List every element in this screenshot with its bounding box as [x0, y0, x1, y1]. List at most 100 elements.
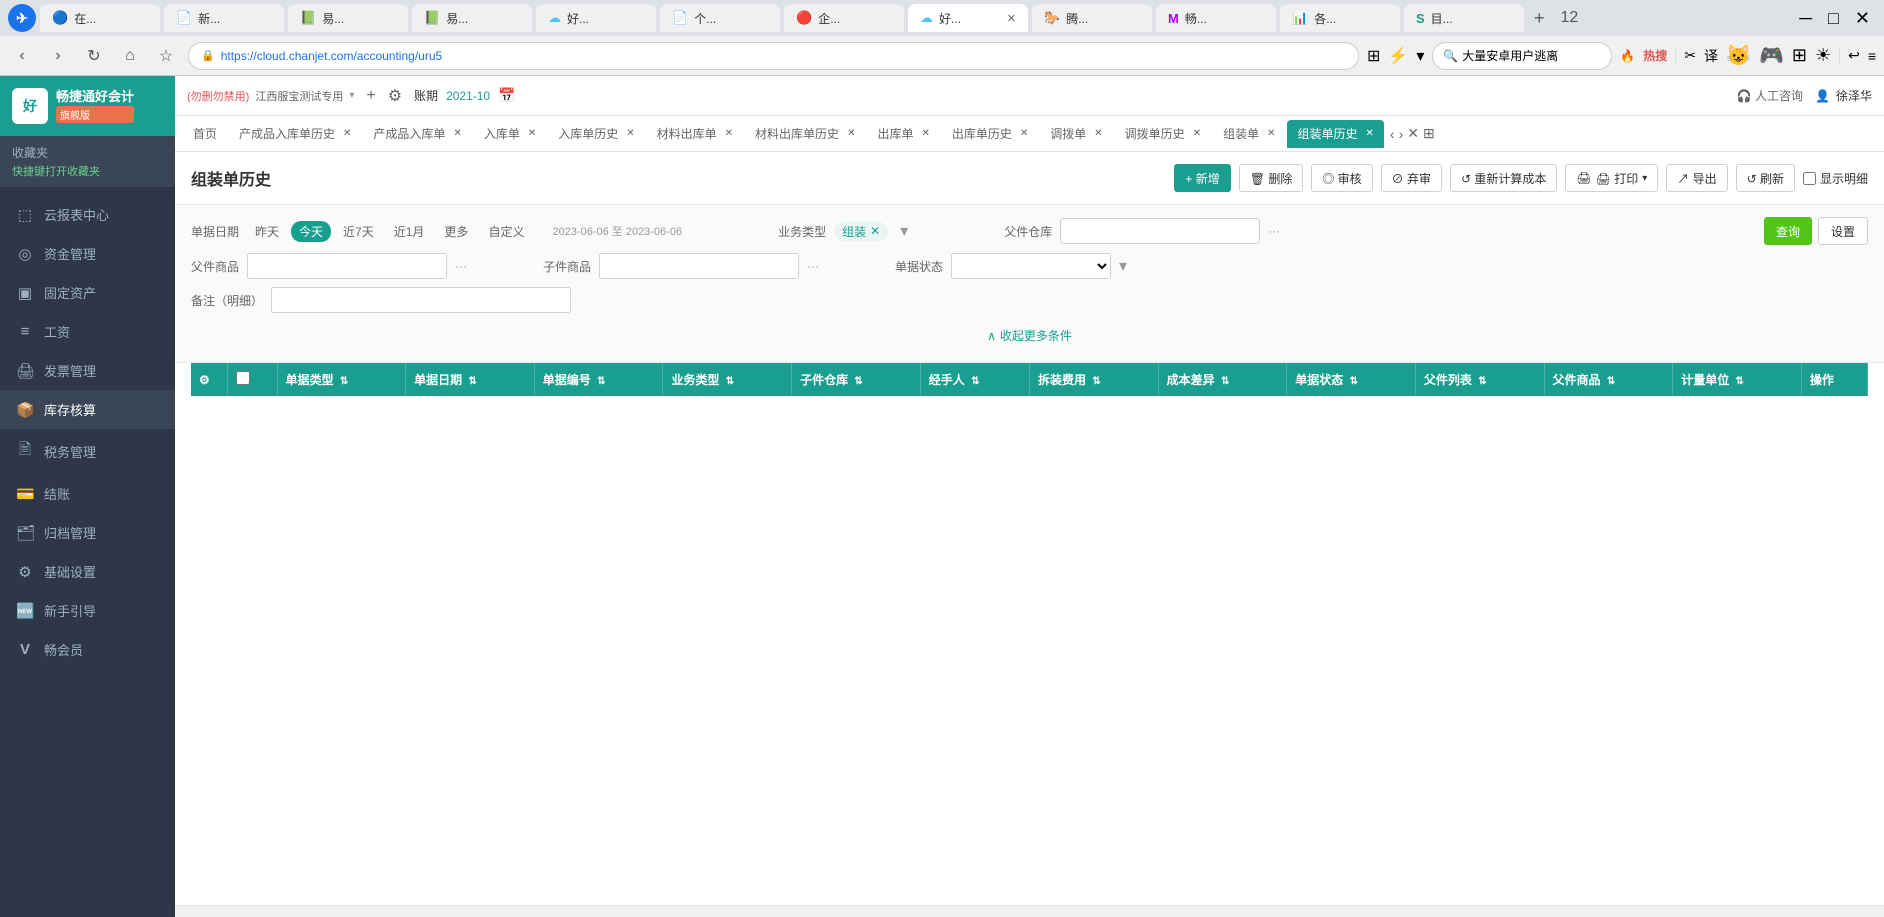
browser-tab-6[interactable]: 📄 个... [660, 4, 780, 32]
sidebar-item-archive[interactable]: 🗂 归档管理 [0, 513, 175, 552]
today-btn[interactable]: 今天 [291, 221, 331, 242]
back-button[interactable]: ‹ [8, 42, 36, 70]
emoji-icon[interactable]: 😺 [1726, 43, 1751, 68]
th-settings[interactable]: ⚙ [191, 363, 227, 396]
grid-icon[interactable]: ⊞ [1792, 45, 1807, 66]
company-selector[interactable]: (勿删勿禁用) 江西服宝测试专用 ▾ [187, 88, 354, 104]
table-settings-icon[interactable]: ⚙ [199, 373, 210, 387]
th-checkbox[interactable] [227, 363, 277, 396]
sort-doc-date-icon[interactable]: ⇅ [469, 376, 477, 387]
reload-button[interactable]: ↻ [80, 42, 108, 70]
settings-button[interactable]: 设置 [1818, 217, 1868, 245]
query-button[interactable]: 查询 [1764, 217, 1812, 245]
out-history-close[interactable]: ✕ [1020, 128, 1028, 139]
horizontal-scrollbar[interactable] [175, 905, 1884, 917]
doc-status-dropdown-icon[interactable]: ▾ [1119, 256, 1127, 276]
sort-doc-no-icon[interactable]: ⇅ [597, 376, 605, 387]
sort-doc-type-icon[interactable]: ⇅ [340, 376, 348, 387]
game-icon[interactable]: 🎮 [1759, 43, 1784, 68]
sort-unit-icon[interactable]: ⇅ [1736, 376, 1744, 387]
browser-tab-7[interactable]: 🔴 企... [784, 4, 904, 32]
dropdown-icon[interactable]: ▾ [1416, 46, 1424, 66]
page-tab-kit[interactable]: 组装单 ✕ [1213, 120, 1285, 148]
tab8-close-icon[interactable]: ✕ [1007, 12, 1016, 25]
browser-tab-3[interactable]: 📗 易... [288, 4, 408, 32]
out-order-close[interactable]: ✕ [921, 128, 929, 139]
tab-next-icon[interactable]: › [1399, 126, 1404, 142]
menu-icon[interactable]: ≡ [1868, 48, 1876, 64]
sidebar-item-settings[interactable]: ⚙ 基础设置 [0, 552, 175, 591]
sidebar-item-invoice[interactable]: 🖨 发票管理 [0, 351, 175, 390]
tab-more-icon[interactable]: ⊞ [1423, 125, 1435, 142]
undo-icon[interactable]: ↩ [1848, 47, 1860, 64]
display-detail-label[interactable]: 显示明细 [1803, 170, 1868, 187]
export-button[interactable]: ↗ 导出 [1666, 164, 1727, 192]
sort-child-warehouse-icon[interactable]: ⇅ [854, 376, 862, 387]
company-settings-icon[interactable]: ⚙ [388, 86, 402, 106]
in-history-close[interactable]: ✕ [626, 128, 634, 139]
maximize-button[interactable]: □ [1822, 8, 1845, 29]
biz-type-dropdown-icon[interactable]: ▾ [900, 221, 908, 241]
calendar-icon[interactable]: 📅 [498, 87, 515, 104]
child-goods-input[interactable] [599, 253, 799, 279]
sort-handler-icon[interactable]: ⇅ [971, 376, 979, 387]
page-tab-material-out[interactable]: 材料出库单 ✕ [647, 120, 743, 148]
sidebar-item-member[interactable]: V 畅会员 [0, 630, 175, 669]
browser-tab-10[interactable]: M 畅... [1156, 4, 1276, 32]
assembly-close[interactable]: ✕ [1094, 128, 1102, 139]
page-tab-in-order[interactable]: 入库单 ✕ [474, 120, 546, 148]
collapse-bar[interactable]: ∧ 收起更多条件 [191, 321, 1868, 350]
sidebar-item-inventory[interactable]: 📦 库存核算 [0, 390, 175, 429]
remarks-input[interactable] [271, 287, 571, 313]
page-tab-kit-history[interactable]: 组装单历史 ✕ [1287, 120, 1383, 148]
qrcode-icon[interactable]: ⊞ [1367, 46, 1380, 66]
yesterday-btn[interactable]: 昨天 [247, 221, 287, 242]
bookmark-button[interactable]: ☆ [152, 42, 180, 70]
service-button[interactable]: 🎧 人工咨询 [1737, 87, 1803, 104]
custom-btn[interactable]: 自定义 [480, 221, 532, 242]
parent-goods-more-icon[interactable]: ··· [455, 259, 467, 273]
sort-parent-list-icon[interactable]: ⇅ [1478, 376, 1486, 387]
select-all-checkbox[interactable] [236, 371, 250, 385]
delete-button[interactable]: 🗑 删除 [1239, 164, 1304, 192]
new-tab-button[interactable]: + [1528, 8, 1551, 29]
browser-tab-4[interactable]: 📗 易... [412, 4, 532, 32]
production-in-close[interactable]: ✕ [453, 128, 461, 139]
browser-tab-8[interactable]: ☁ 好... ✕ [908, 4, 1028, 32]
lightning-icon[interactable]: ⚡ [1388, 46, 1408, 66]
home-button[interactable]: ⌂ [116, 42, 144, 70]
production-in-history-close[interactable]: ✕ [343, 128, 351, 139]
recalc-button[interactable]: ↺ 重新计算成本 [1450, 164, 1557, 192]
cut-icon[interactable]: ✂ [1684, 47, 1696, 64]
page-tab-production-in-history[interactable]: 产成品入库单历史 ✕ [229, 120, 361, 148]
display-detail-checkbox[interactable] [1803, 172, 1816, 185]
page-tab-material-out-history[interactable]: 材料出库单历史 ✕ [745, 120, 865, 148]
period-selector[interactable]: 账期 2021-10 📅 [414, 87, 516, 104]
browser-tab-5[interactable]: ☁ 好... [536, 4, 656, 32]
kit-close[interactable]: ✕ [1267, 128, 1275, 139]
page-tab-in-history[interactable]: 入库单历史 ✕ [548, 120, 644, 148]
sun-icon[interactable]: ☀ [1815, 45, 1831, 66]
favorites-subtitle[interactable]: 快捷键打开收藏夹 [12, 163, 163, 179]
in-order-close[interactable]: ✕ [528, 128, 536, 139]
biz-type-remove-icon[interactable]: ✕ [870, 224, 880, 238]
parent-goods-input[interactable] [247, 253, 447, 279]
page-tab-home[interactable]: 首页 [183, 120, 227, 148]
tab-prev-icon[interactable]: ‹ [1390, 126, 1395, 142]
refresh-button[interactable]: ↺ 刷新 [1736, 164, 1795, 192]
print-button[interactable]: 🖨 🖨 打印 ▾ [1565, 164, 1658, 192]
forward-button[interactable]: › [44, 42, 72, 70]
page-tab-assembly-history[interactable]: 调拨单历史 ✕ [1115, 120, 1211, 148]
sidebar-item-report[interactable]: ⬚ 云报表中心 [0, 195, 175, 234]
material-out-history-close[interactable]: ✕ [847, 128, 855, 139]
parent-warehouse-input[interactable] [1060, 218, 1260, 244]
minimize-button[interactable]: ─ [1793, 8, 1818, 29]
sort-biz-type-icon[interactable]: ⇅ [726, 376, 734, 387]
add-company-icon[interactable]: + [366, 87, 375, 105]
7days-btn[interactable]: 近7天 [335, 221, 382, 242]
browser-tab-11[interactable]: 📊 各... [1280, 4, 1400, 32]
address-bar[interactable]: 🔒 https://cloud.chanjet.com/accounting/u… [188, 42, 1359, 70]
browser-tab-12[interactable]: S 目... [1404, 4, 1524, 32]
discard-button[interactable]: ⊘ 弃审 [1381, 164, 1442, 192]
browser-tab-9[interactable]: 🐎 腾... [1032, 4, 1152, 32]
